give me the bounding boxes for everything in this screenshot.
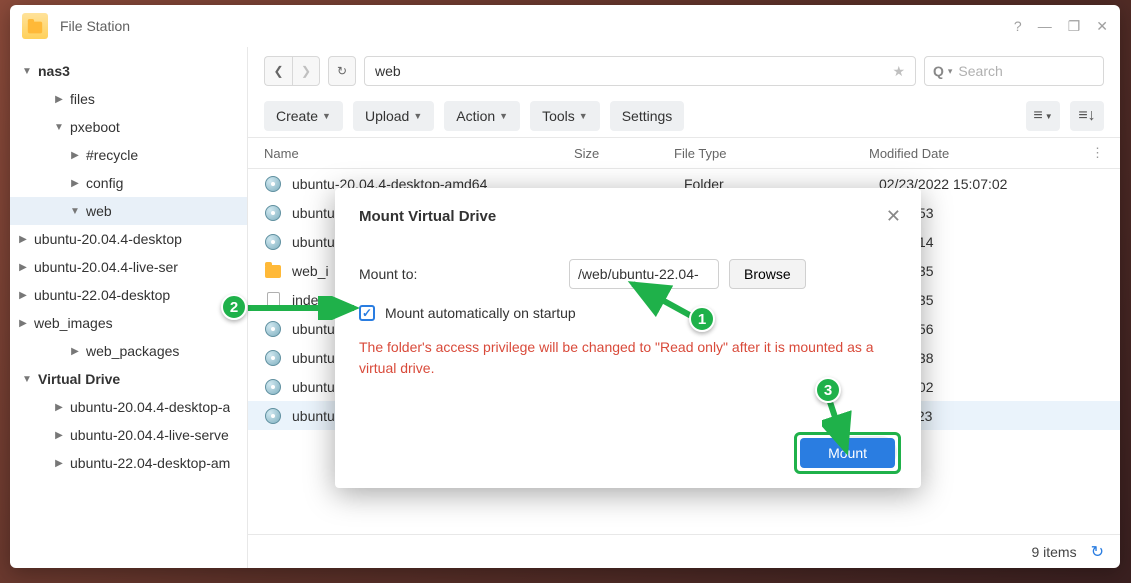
forward-button[interactable]: ❯ (292, 56, 320, 86)
item-count: 9 items (1031, 544, 1076, 560)
twisty-icon[interactable]: ▶ (52, 94, 66, 105)
status-bar: 9 items ↻ (248, 534, 1120, 568)
tree-item[interactable]: ▶config (10, 169, 247, 197)
maximize-icon[interactable]: ❐ (1068, 18, 1081, 35)
tree-item[interactable]: ▶ubuntu-20.04.4-desktop-a (10, 393, 247, 421)
tree-item[interactable]: ▼web (10, 197, 247, 225)
sort-button[interactable]: ≡↓ (1070, 101, 1104, 131)
twisty-icon[interactable]: ▶ (68, 178, 82, 189)
disc-icon (265, 176, 281, 192)
tree-item[interactable]: ▶files (10, 85, 247, 113)
auto-mount-label: Mount automatically on startup (385, 305, 576, 321)
col-date[interactable]: Modified Date (869, 146, 1091, 161)
nav-toolbar: ❮ ❯ ↻ web ★ Q▾ Search (248, 47, 1120, 95)
dialog-title: Mount Virtual Drive (359, 208, 897, 225)
twisty-icon[interactable]: ▶ (68, 150, 82, 161)
twisty-icon[interactable]: ▶ (16, 318, 30, 329)
minimize-icon[interactable]: — (1038, 18, 1052, 35)
dialog-close-icon[interactable]: ✕ (886, 206, 901, 227)
app-icon (22, 13, 48, 39)
disc-icon (265, 321, 281, 337)
tree-item[interactable]: ▶ubuntu-20.04.4-live-ser (10, 253, 247, 281)
disc-icon (265, 234, 281, 250)
action-button[interactable]: Action▼ (444, 101, 520, 131)
star-icon[interactable]: ★ (892, 63, 905, 80)
twisty-icon[interactable]: ▶ (16, 262, 30, 273)
tree-item[interactable]: ▼pxeboot (10, 113, 247, 141)
twisty-icon[interactable]: ▼ (68, 206, 82, 217)
col-size[interactable]: Size (574, 146, 674, 161)
tree-item[interactable]: ▶web_images (10, 309, 247, 337)
tree-item[interactable]: ▶web_packages (10, 337, 247, 365)
search-icon: Q (933, 63, 944, 79)
browse-button[interactable]: Browse (729, 259, 806, 289)
back-button[interactable]: ❮ (264, 56, 292, 86)
path-input[interactable]: web ★ (364, 56, 916, 86)
twisty-icon[interactable]: ▼ (20, 374, 34, 385)
upload-button[interactable]: Upload▼ (353, 101, 434, 131)
tree-item[interactable]: ▶ubuntu-22.04-desktop-am (10, 449, 247, 477)
tree-item[interactable]: ▶ubuntu-22.04-desktop (10, 281, 247, 309)
folder-icon (265, 265, 281, 278)
tree-item[interactable]: ▶ubuntu-20.04.4-desktop (10, 225, 247, 253)
tree-item[interactable]: ▶ubuntu-20.04.4-live-serve (10, 421, 247, 449)
chevron-down-icon[interactable]: ▼ (20, 66, 34, 77)
arrow-2 (244, 296, 364, 320)
close-icon[interactable]: ✕ (1096, 18, 1108, 35)
twisty-icon[interactable]: ▶ (16, 290, 30, 301)
col-name[interactable]: Name (264, 146, 574, 161)
warning-text: The folder's access privilege will be ch… (359, 337, 897, 379)
tree-root[interactable]: ▼ nas3 (10, 57, 247, 85)
annotation-badge-2: 2 (221, 294, 247, 320)
help-icon[interactable]: ? (1014, 18, 1022, 35)
refresh-icon[interactable]: ↻ (1091, 542, 1104, 562)
tree-item[interactable]: ▶#recycle (10, 141, 247, 169)
annotation-badge-3: 3 (815, 377, 841, 403)
table-header: Name Size File Type Modified Date ⋮ (248, 137, 1120, 169)
mount-to-label: Mount to: (359, 266, 569, 282)
more-icon[interactable]: ⋮ (1091, 145, 1104, 161)
disc-icon (265, 205, 281, 221)
twisty-icon[interactable]: ▶ (52, 430, 66, 441)
col-type[interactable]: File Type (674, 146, 869, 161)
view-list-button[interactable]: ≡ ▼ (1026, 101, 1060, 131)
create-button[interactable]: Create▼ (264, 101, 343, 131)
disc-icon (265, 408, 281, 424)
annotation-badge-1: 1 (689, 306, 715, 332)
refresh-button[interactable]: ↻ (328, 56, 356, 86)
arrow-3 (822, 398, 862, 458)
action-toolbar: Create▼ Upload▼ Action▼ Tools▼ Settings … (248, 95, 1120, 137)
twisty-icon[interactable]: ▶ (52, 458, 66, 469)
tools-button[interactable]: Tools▼ (530, 101, 600, 131)
disc-icon (265, 379, 281, 395)
twisty-icon[interactable]: ▶ (52, 402, 66, 413)
sidebar: ▼ nas3 ▶files▼pxeboot▶#recycle▶config▼we… (10, 47, 248, 568)
tree-item[interactable]: ▼Virtual Drive (10, 365, 247, 393)
app-title: File Station (60, 18, 1014, 34)
titlebar: File Station ? — ❐ ✕ (10, 5, 1120, 47)
settings-button[interactable]: Settings (610, 101, 685, 131)
disc-icon (265, 350, 281, 366)
search-input[interactable]: Q▾ Search (924, 56, 1104, 86)
twisty-icon[interactable]: ▶ (16, 234, 30, 245)
twisty-icon[interactable]: ▼ (52, 122, 66, 133)
twisty-icon[interactable]: ▶ (68, 346, 82, 357)
